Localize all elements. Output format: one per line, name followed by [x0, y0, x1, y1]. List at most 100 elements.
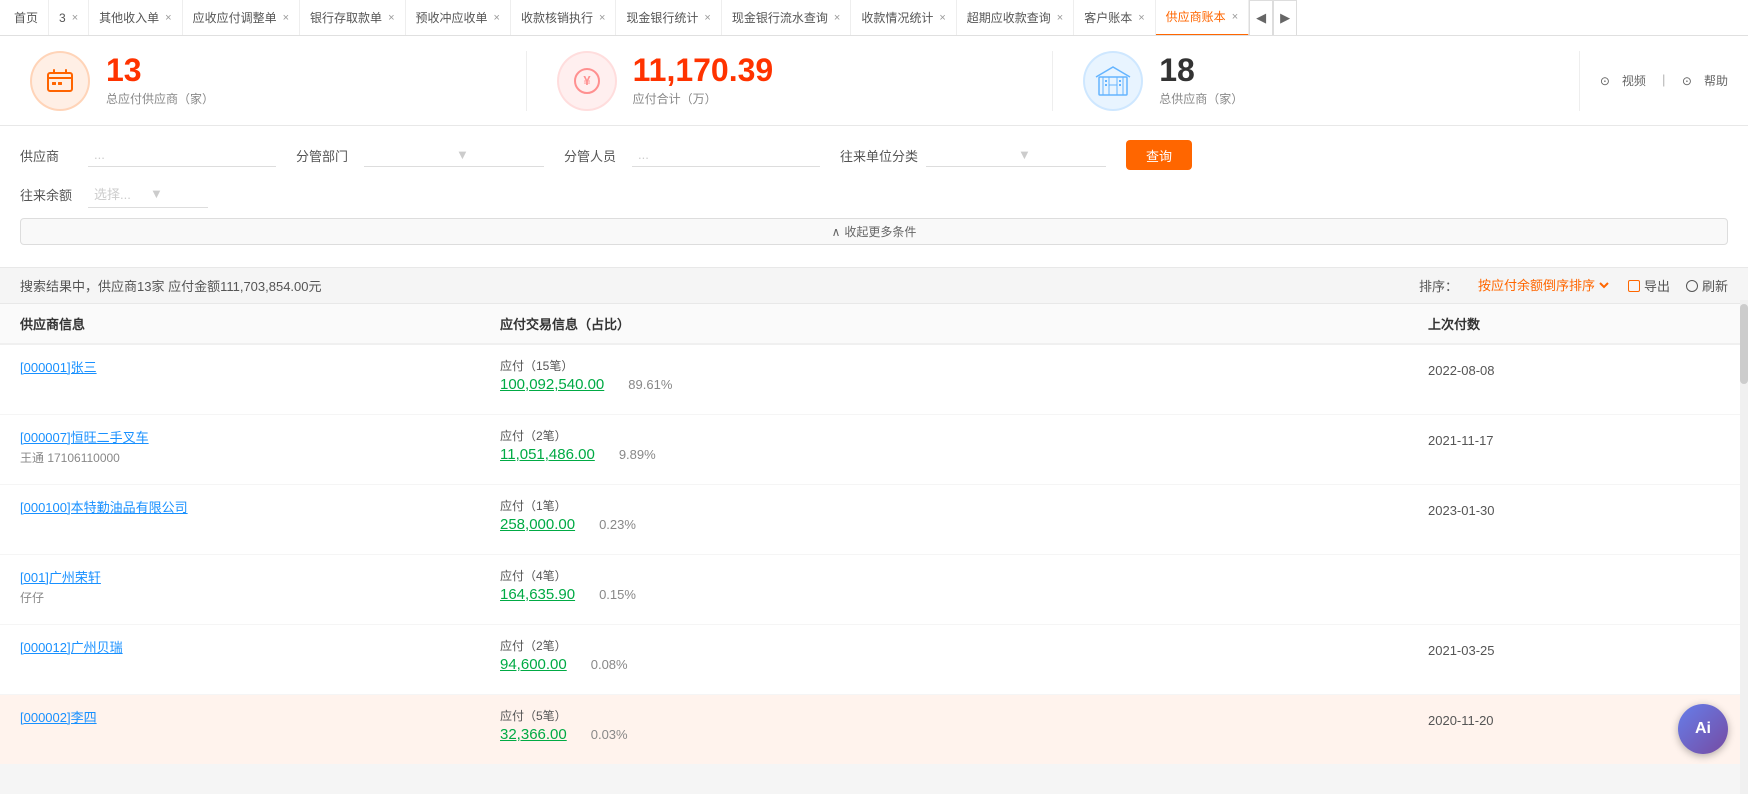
nav-tab-receipt-verify[interactable]: 收款核销执行 × — [511, 0, 616, 36]
nav-tab-overdue-ar-close[interactable]: × — [1057, 12, 1063, 24]
refresh-button[interactable]: 刷新 — [1686, 276, 1728, 295]
stat-payable-suppliers-content: 13 总应付供应商（家） — [106, 54, 496, 107]
nav-tab-ar-ap-adjust-close[interactable]: × — [283, 12, 289, 24]
nav-tab-prepay-charge-close[interactable]: × — [494, 12, 500, 24]
nav-tab-cash-flow-query[interactable]: 现金银行流水查询 × — [722, 0, 851, 36]
supplier-contact: 仔仔 — [20, 589, 500, 606]
supplier-input[interactable] — [88, 143, 276, 167]
supplier-name-link[interactable]: [001]广州荣轩 — [20, 567, 500, 586]
svg-text:¥: ¥ — [583, 73, 591, 88]
help-link[interactable]: 帮助 — [1704, 72, 1728, 89]
nav-prev-arrow[interactable]: ◀ — [1249, 0, 1273, 36]
nav-tab-cash-flow-query-close[interactable]: × — [834, 12, 840, 24]
stat-payable-amount-number: 11,170.39 — [633, 54, 1023, 86]
export-button[interactable]: 导出 — [1628, 276, 1670, 295]
refresh-label: 刷新 — [1702, 276, 1728, 295]
trans-amount[interactable]: 258,000.00 — [500, 516, 575, 533]
nav-tab-ar-ap-adjust[interactable]: 应收应付调整单 × — [183, 0, 300, 36]
balance-dropdown-value: 选择... — [94, 184, 146, 203]
supplier-cell: [000002]李四 — [20, 707, 500, 726]
sort-select[interactable]: 按应付余额倒序排序 — [1474, 277, 1612, 294]
trans-percentage: 0.23% — [599, 517, 636, 532]
nav-tab-home[interactable]: 首页 — [4, 0, 49, 36]
nav-tab-cash-flow-query-label: 现金银行流水查询 — [732, 9, 828, 26]
scrollbar-thumb[interactable] — [1740, 304, 1748, 384]
last-payment-cell: 2023-01-30 — [1428, 497, 1728, 518]
ai-button[interactable]: Ai — [1678, 704, 1728, 754]
col-last-payment: 上次付数 — [1428, 314, 1728, 333]
nav-tab-supplier-ledger-label: 供应商账本 — [1166, 8, 1226, 25]
supplier-name-link[interactable]: [000100]本特勤油品有限公司 — [20, 497, 500, 516]
nav-tab-supplier-ledger-close[interactable]: × — [1232, 11, 1238, 23]
nav-tab-ar-ap-adjust-label: 应收应付调整单 — [193, 9, 277, 26]
trans-percentage: 89.61% — [628, 377, 672, 392]
nav-tab-3-close[interactable]: × — [72, 12, 78, 24]
nav-next-arrow[interactable]: ▶ — [1273, 0, 1297, 36]
nav-tab-prepay-charge[interactable]: 预收冲应收单 × — [406, 0, 511, 36]
department-chevron-icon: ▼ — [456, 147, 538, 162]
trans-amount[interactable]: 164,635.90 — [500, 586, 575, 603]
nav-tab-cash-bank-stat[interactable]: 现金银行统计 × — [616, 0, 721, 36]
stat-payable-amount-content: 11,170.39 应付合计（万） — [633, 54, 1023, 107]
nav-tab-receipt-stat-close[interactable]: × — [939, 12, 945, 24]
supplier-table: 供应商信息 应付交易信息（占比） 上次付数 [000001]张三 应付（15笔）… — [0, 304, 1748, 765]
search-button[interactable]: 查询 — [1126, 140, 1192, 170]
results-summary: 搜索结果中，供应商13家 应付金额111,703,854.00元 — [20, 276, 322, 295]
nav-tab-bank-deposit-close[interactable]: × — [388, 12, 394, 24]
filter-person: 分管人员 — [564, 143, 820, 167]
trans-amount[interactable]: 94,600.00 — [500, 656, 567, 673]
trans-label: 应付（2笔） — [500, 427, 1428, 444]
supplier-name-link[interactable]: [000002]李四 — [20, 707, 500, 726]
nav-tab-other-income-close[interactable]: × — [165, 12, 171, 24]
nav-tab-receipt-verify-label: 收款核销执行 — [521, 9, 593, 26]
trans-amount[interactable]: 100,092,540.00 — [500, 376, 604, 393]
trans-amount[interactable]: 11,051,486.00 — [500, 446, 595, 463]
nav-tab-bank-deposit[interactable]: 银行存取款单 × — [300, 0, 405, 36]
trans-percentage: 0.03% — [591, 727, 628, 742]
stat-payable-suppliers-number: 13 — [106, 54, 496, 86]
refresh-icon — [1686, 280, 1698, 292]
trans-label: 应付（1笔） — [500, 497, 1428, 514]
nav-tab-3[interactable]: 3 × — [49, 0, 89, 36]
last-payment-cell: 2021-11-17 — [1428, 427, 1728, 448]
stat-payable-suppliers-icon — [30, 51, 90, 111]
collapse-label: 收起更多条件 — [844, 223, 916, 240]
filter-category: 往来单位分类 ▼ — [840, 143, 1106, 167]
supplier-name-link[interactable]: [000001]张三 — [20, 357, 500, 376]
divider: ｜ — [1658, 72, 1670, 89]
table-row: [000002]李四 应付（5笔） 32,366.00 0.03% 2020-1… — [0, 695, 1748, 765]
nav-tab-customer-ledger-label: 客户账本 — [1084, 9, 1132, 26]
nav-tab-cash-bank-stat-label: 现金银行统计 — [626, 9, 698, 26]
collapse-button[interactable]: ∧ 收起更多条件 — [20, 218, 1728, 245]
nav-tab-other-income[interactable]: 其他收入单 × — [89, 0, 182, 36]
nav-tab-supplier-ledger[interactable]: 供应商账本 × — [1156, 0, 1249, 36]
nav-tab-cash-bank-stat-close[interactable]: × — [704, 12, 710, 24]
nav-tab-receipt-verify-close[interactable]: × — [599, 12, 605, 24]
scrollbar[interactable] — [1740, 300, 1748, 794]
nav-tab-overdue-ar[interactable]: 超期应收款查询 × — [957, 0, 1074, 36]
filter-area: 供应商 分管部门 ▼ 分管人员 往来单位分类 ▼ 查询 — [0, 126, 1748, 268]
top-links: ⊙ 视频 ｜ ⊙ 帮助 — [1580, 72, 1728, 89]
balance-chevron-icon: ▼ — [150, 186, 202, 201]
video-icon: ⊙ — [1600, 74, 1610, 88]
table-row: [000007]恒旺二手叉车 王通 17106110000 应付（2笔） 11,… — [0, 415, 1748, 485]
person-input[interactable] — [632, 143, 820, 167]
video-link[interactable]: 视频 — [1622, 72, 1646, 89]
nav-tab-receipt-stat[interactable]: 收款情况统计 × — [851, 0, 956, 36]
supplier-name-link[interactable]: [000012]广州贝瑞 — [20, 637, 500, 656]
department-dropdown[interactable]: ▼ — [364, 143, 544, 167]
trans-amount[interactable]: 32,366.00 — [500, 726, 567, 743]
last-payment-cell — [1428, 567, 1728, 573]
trans-percentage: 9.89% — [619, 447, 656, 462]
results-actions: 排序： 按应付余额倒序排序 导出 刷新 — [1419, 276, 1728, 295]
trans-percentage: 0.15% — [599, 587, 636, 602]
filter-balance-label: 往来余额 — [20, 185, 80, 204]
balance-dropdown[interactable]: 选择... ▼ — [88, 180, 208, 208]
trans-cell: 应付（5笔） 32,366.00 0.03% — [500, 707, 1428, 743]
supplier-name-link[interactable]: [000007]恒旺二手叉车 — [20, 427, 500, 446]
table-row: [000001]张三 应付（15笔） 100,092,540.00 89.61%… — [0, 345, 1748, 415]
nav-tab-customer-ledger[interactable]: 客户账本 × — [1074, 0, 1155, 36]
category-dropdown[interactable]: ▼ — [926, 143, 1106, 167]
export-label: 导出 — [1644, 276, 1670, 295]
nav-tab-customer-ledger-close[interactable]: × — [1138, 12, 1144, 24]
